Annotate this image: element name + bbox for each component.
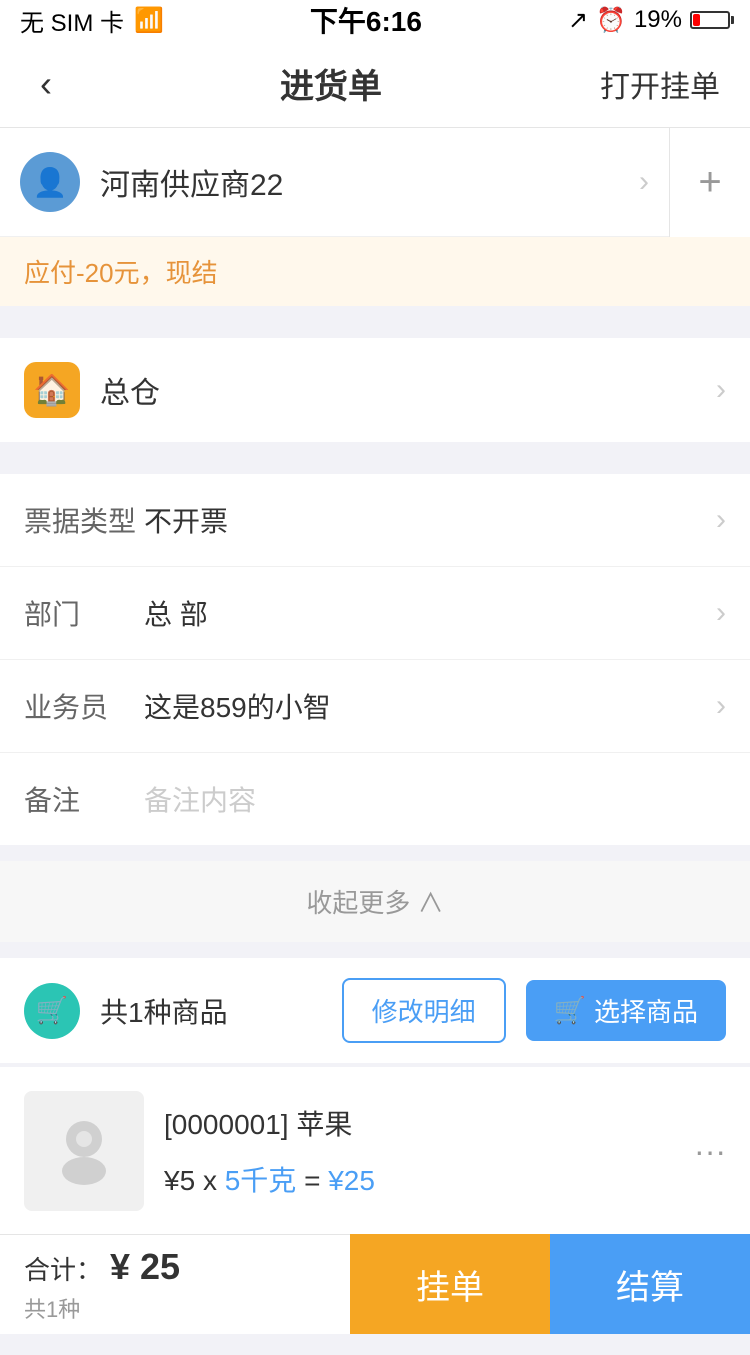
warehouse-icon: 🏠 (24, 362, 80, 418)
avatar-icon: 👤 (33, 166, 68, 199)
add-supplier-button[interactable]: + (670, 128, 750, 237)
back-button[interactable]: ‹ (30, 53, 62, 115)
chevron-right-icon: › (716, 689, 726, 723)
product-header: 🛒 共1种商品 修改明细 🛒 选择商品 (0, 958, 750, 1063)
warehouse-name: 总仓 (100, 368, 716, 412)
wifi-icon: 📶 (134, 6, 164, 35)
invoice-type-label: 票据类型 (24, 500, 144, 540)
status-right: ↗ ⏰ 19% (568, 6, 730, 35)
supplier-avatar: 👤 (20, 152, 80, 212)
unit-price: ¥5 (164, 1165, 195, 1196)
edit-detail-button[interactable]: 修改明细 (342, 978, 506, 1043)
department-label: 部门 (24, 593, 144, 633)
department-value: 总 部 (144, 593, 716, 633)
product-thumbnail (24, 1091, 144, 1211)
page-title: 进货单 (280, 59, 382, 108)
department-row[interactable]: 部门 总 部 › (0, 567, 750, 660)
chevron-right-icon: › (716, 596, 726, 630)
status-time: 下午6:16 (310, 0, 422, 40)
carrier-label: 无 SIM 卡 (20, 3, 124, 38)
hang-button[interactable]: 挂单 (350, 1234, 550, 1334)
product-name: [0000001] 苹果 (164, 1103, 674, 1143)
select-product-icon: 🛒 (554, 995, 586, 1026)
total-amount: 合计： ¥ 25 (24, 1246, 326, 1288)
select-product-button[interactable]: 🛒 选择商品 (526, 980, 726, 1041)
product-title: 苹果 (296, 1109, 352, 1140)
supplier-section: 👤 河南供应商22 › + (0, 128, 750, 237)
product-code: [0000001] (164, 1109, 289, 1140)
checkout-button[interactable]: 结算 (550, 1234, 750, 1334)
chevron-right-icon: › (639, 165, 649, 199)
quantity: 5千克 (225, 1165, 297, 1196)
status-left: 无 SIM 卡 📶 (20, 3, 164, 38)
equals-sign: = (304, 1165, 328, 1196)
notes-value: 备注内容 (144, 779, 726, 819)
battery-percent: 19% (634, 6, 682, 34)
product-card: [0000001] 苹果 ¥5 x 5千克 = ¥25 ··· (0, 1067, 750, 1235)
location-icon: ↗ (568, 6, 588, 35)
battery-icon (690, 11, 730, 29)
nav-bar: ‹ 进货单 打开挂单 (0, 40, 750, 128)
product-thumb-icon (44, 1111, 124, 1191)
salesperson-row[interactable]: 业务员 这是859的小智 › (0, 660, 750, 753)
multiply-sign: x (203, 1165, 225, 1196)
subtotal: ¥25 (328, 1165, 375, 1196)
product-section-icon: 🛒 (24, 983, 80, 1039)
notes-row[interactable]: 备注 备注内容 (0, 753, 750, 845)
salesperson-label: 业务员 (24, 686, 144, 726)
product-info: [0000001] 苹果 ¥5 x 5千克 = ¥25 (164, 1103, 674, 1199)
chevron-right-icon: › (716, 503, 726, 537)
warehouse-row[interactable]: 🏠 总仓 › (0, 338, 750, 442)
total-section: 合计： ¥ 25 共1种 (0, 1234, 350, 1334)
invoice-type-row[interactable]: 票据类型 不开票 › (0, 474, 750, 567)
notes-label: 备注 (24, 779, 144, 819)
product-count-label: 共1种商品 (100, 991, 322, 1031)
select-product-label: 选择商品 (594, 992, 698, 1029)
total-sub-label: 共1种 (24, 1292, 326, 1324)
product-more-button[interactable]: ··· (694, 1133, 726, 1170)
product-price-line: ¥5 x 5千克 = ¥25 (164, 1159, 674, 1199)
collapse-bar[interactable]: 收起更多 ∧ (0, 861, 750, 942)
form-section: 票据类型 不开票 › 部门 总 部 › 业务员 这是859的小智 › 备注 备注… (0, 474, 750, 845)
notice-bar: 应付-20元，现结 (0, 237, 750, 306)
alarm-icon: ⏰ (596, 6, 626, 35)
bottom-bar: 合计： ¥ 25 共1种 挂单 结算 (0, 1234, 750, 1334)
supplier-row[interactable]: 👤 河南供应商22 › (0, 128, 669, 237)
salesperson-value: 这是859的小智 (144, 686, 716, 726)
total-label: 合计： (24, 1250, 102, 1287)
open-pending-button[interactable]: 打开挂单 (600, 62, 720, 106)
invoice-type-value: 不开票 (144, 500, 716, 540)
supplier-name: 河南供应商22 (100, 160, 639, 204)
status-bar: 无 SIM 卡 📶 下午6:16 ↗ ⏰ 19% (0, 0, 750, 40)
total-value: ¥ 25 (110, 1246, 180, 1288)
chevron-right-icon: › (716, 373, 726, 407)
